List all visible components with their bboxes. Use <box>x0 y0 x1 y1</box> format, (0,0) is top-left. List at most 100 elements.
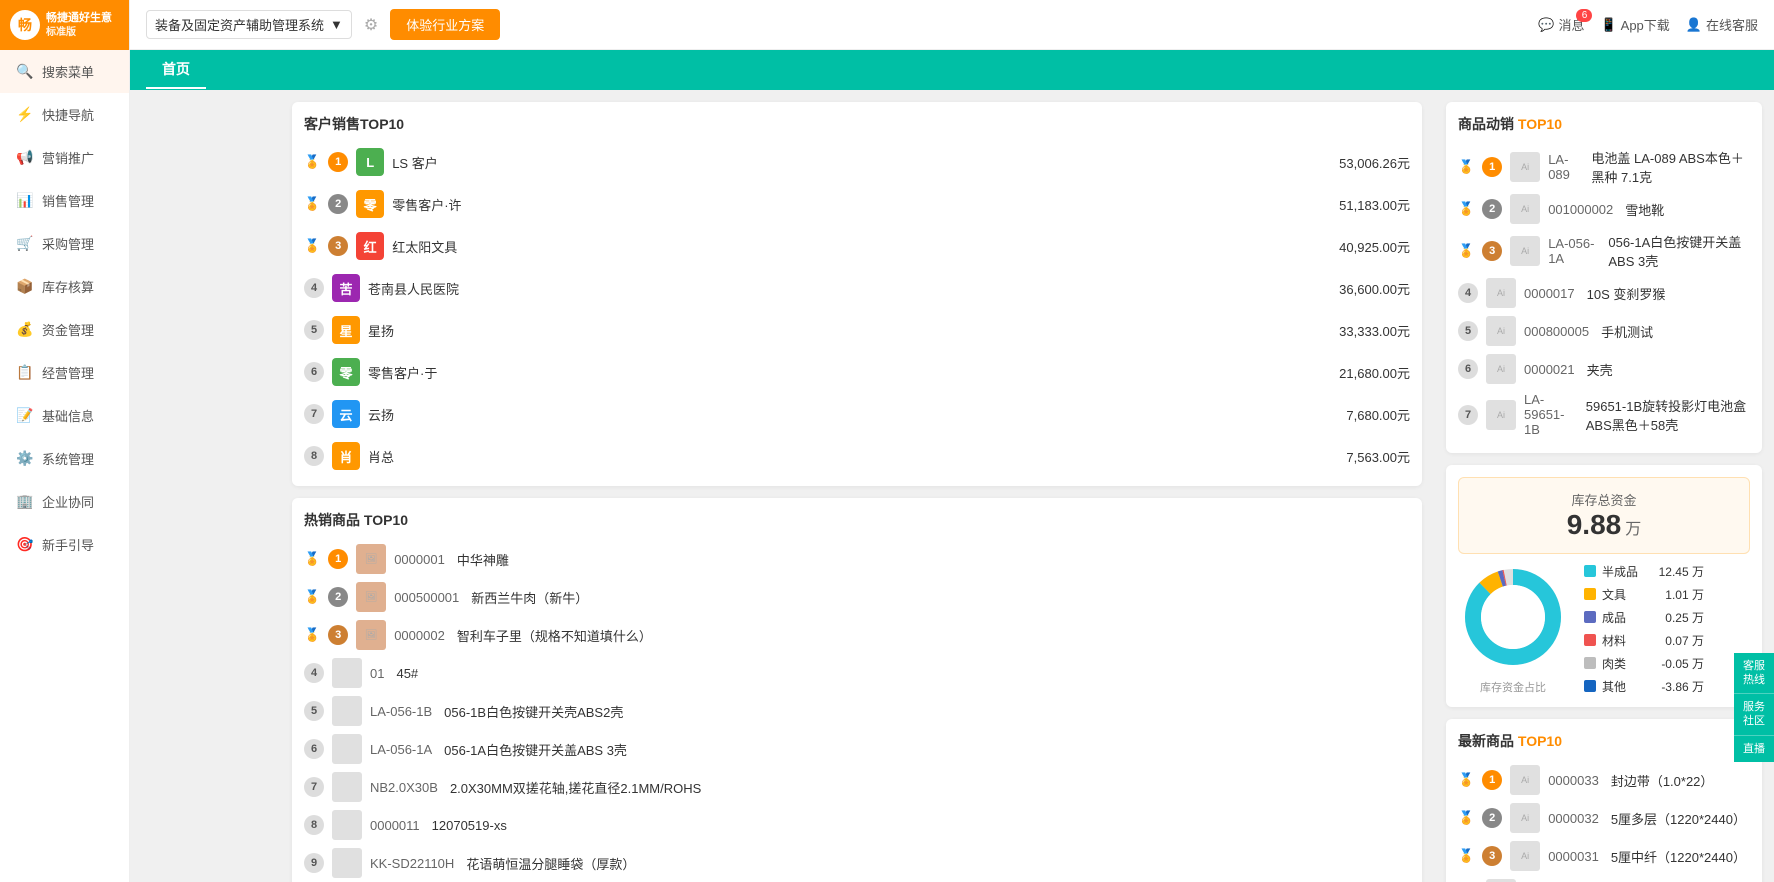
sidebar-item-finance[interactable]: 💰 资金管理 <box>0 308 129 351</box>
product-name: 45# <box>396 666 418 681</box>
customer-name: 星扬 <box>368 321 1331 340</box>
legend-item: 材料 0.07 万 <box>1584 632 1704 649</box>
legend-label: 文具 <box>1602 586 1659 603</box>
rank-number: 1 <box>328 549 348 569</box>
float-btn-community[interactable]: 服务社区 <box>1734 694 1774 736</box>
customer-ranking-list: 🏅 1 L LS 客户 53,006.26元 🏅 2 零 零售客户·许 51,1… <box>304 144 1410 474</box>
trial-button[interactable]: 体验行业方案 <box>390 9 500 40</box>
rank-number: 1 <box>1482 157 1502 177</box>
sidebar-item-operation[interactable]: 📋 经营管理 <box>0 351 129 394</box>
legend-item: 半成品 12.45 万 <box>1584 563 1704 580</box>
sales-icon: 📊 <box>16 192 34 209</box>
system-selector[interactable]: 装备及固定资产辅助管理系统 ▼ <box>146 10 352 39</box>
legend-value: -3.86 万 <box>1661 678 1704 695</box>
hot-product-item: 5 LA-056-1B 056-1B白色按键开关壳ABS2壳 <box>304 692 1410 730</box>
settings-icon[interactable]: ⚙ <box>364 15 378 35</box>
sidebar-item-enterprise[interactable]: 🏢 企业协同 <box>0 480 129 523</box>
online-service-btn[interactable]: 👤 在线客服 <box>1686 15 1758 34</box>
logo-text: 畅捷通好生意 标准版 <box>46 11 112 38</box>
new-products-card: 最新商品 TOP10 🏅 1 Ai 0000033 封边带（1.0*22） 🏅 … <box>1446 719 1762 882</box>
customer-list-item: 🏅 3 红 红太阳文具 40,925.00元 <box>304 228 1410 264</box>
quicknav-icon: ⚡ <box>16 106 34 123</box>
hot-products-list: 🏅 1 🖼 0000001 中华神雕 🏅 2 🖼 000500001 新西兰牛肉… <box>304 540 1410 882</box>
flow-product-item: 6 Ai 0000021 夹壳 <box>1458 350 1750 388</box>
sidebar-item-marketing[interactable]: 📢 营销推广 <box>0 136 129 179</box>
float-btn-service[interactable]: 客服热线 <box>1734 653 1774 695</box>
message-btn[interactable]: 💬 消息 6 <box>1538 15 1584 34</box>
sidebar-item-search[interactable]: 🔍 搜索菜单 <box>0 50 129 93</box>
product-name: 花语萌恒温分腿睡袋（厚款） <box>466 854 635 873</box>
new-product-item: 🏅 2 Ai 0000032 5厘多层（1220*2440） <box>1458 799 1750 837</box>
avatar: 云 <box>332 400 360 428</box>
nav-bar: 首页 <box>130 50 1774 90</box>
customer-amount: 51,183.00元 <box>1339 195 1410 214</box>
legend-color-swatch <box>1584 611 1596 623</box>
customer-amount: 21,680.00元 <box>1339 363 1410 382</box>
product-image <box>332 734 362 764</box>
product-code: KK-SD22110H <box>370 856 454 871</box>
legend-label: 肉类 <box>1602 655 1655 672</box>
trophy-icon: 🏅 <box>1458 243 1474 259</box>
product-name: 056-1B白色按键开关壳ABS2壳 <box>444 702 623 721</box>
customer-name: LS 客户 <box>392 153 1331 172</box>
avatar: 肖 <box>332 442 360 470</box>
rank-number: 9 <box>304 853 324 873</box>
product-code: 000500001 <box>394 590 459 605</box>
inventory-card: 库存总资金 9.88 万 <box>1446 465 1762 707</box>
product-name: 12070519-xs <box>432 818 507 833</box>
product-name: 056-1A白色按键开关盖ABS 3壳 <box>1608 232 1750 270</box>
trophy-icon: 🏅 <box>1458 201 1474 217</box>
product-image: 🖼 <box>356 582 386 612</box>
tab-home[interactable]: 首页 <box>146 51 206 89</box>
customer-amount: 33,333.00元 <box>1339 321 1410 340</box>
new-products-title: 最新商品 TOP10 <box>1458 731 1750 751</box>
product-code: 001000002 <box>1548 202 1613 217</box>
product-name: 5厘中纤（1220*2440） <box>1611 847 1746 866</box>
flow-product-item: 4 Ai 0000017 10S 变刹罗猴 <box>1458 274 1750 312</box>
hot-product-item: 6 LA-056-1A 056-1A白色按键开关盖ABS 3壳 <box>304 730 1410 768</box>
trophy-icon: 🏅 <box>1458 772 1474 788</box>
legend-label: 半成品 <box>1602 563 1653 580</box>
rank-number: 7 <box>304 777 324 797</box>
product-image: Ai <box>1510 152 1540 182</box>
trophy-icon: 🏅 <box>304 238 320 254</box>
customer-list-item: 6 零 零售客户·于 21,680.00元 <box>304 354 1410 390</box>
sidebar-item-system[interactable]: ⚙️ 系统管理 <box>0 437 129 480</box>
rank-number: 2 <box>328 194 348 214</box>
product-image: Ai <box>1510 194 1540 224</box>
app-download-btn[interactable]: 📱 App下载 <box>1600 15 1669 34</box>
product-flow-list: 🏅 1 Ai LA-089 电池盖 LA-089 ABS本色＋黑种 7.1克 🏅… <box>1458 144 1750 441</box>
float-btn-live[interactable]: 直播 <box>1734 736 1774 762</box>
trophy-icon: 🏅 <box>304 551 320 567</box>
sidebar-item-sales[interactable]: 📊 销售管理 <box>0 179 129 222</box>
product-name: 2.0X30MM双搓花轴,搓花直径2.1MM/ROHS <box>450 778 701 797</box>
product-code: 0000011 <box>370 818 420 833</box>
marketing-icon: 📢 <box>16 149 34 166</box>
product-name: 新西兰牛肉（新牛） <box>471 588 588 607</box>
avatar: 星 <box>332 316 360 344</box>
sidebar-item-quicknav[interactable]: ⚡ 快捷导航 <box>0 93 129 136</box>
flow-product-item: 🏅 2 Ai 001000002 雪地靴 <box>1458 190 1750 228</box>
main-area: 装备及固定资产辅助管理系统 ▼ ⚙ 体验行业方案 💬 消息 6 📱 App下载 … <box>130 0 1774 882</box>
rank-number: 6 <box>304 739 324 759</box>
sidebar-item-guide[interactable]: 🎯 新手引导 <box>0 523 129 566</box>
hot-product-item: 🏅 2 🖼 000500001 新西兰牛肉（新牛） <box>304 578 1410 616</box>
float-buttons: 客服热线 服务社区 直播 <box>1734 653 1774 762</box>
rank-number: 3 <box>328 236 348 256</box>
guide-icon: 🎯 <box>16 536 34 553</box>
system-icon: ⚙️ <box>16 450 34 467</box>
service-icon: 👤 <box>1686 17 1702 33</box>
sidebar-item-purchase[interactable]: 🛒 采购管理 <box>0 222 129 265</box>
rank-number: 2 <box>1482 808 1502 828</box>
sidebar-item-basic[interactable]: 📝 基础信息 <box>0 394 129 437</box>
product-image: 🖼 <box>356 620 386 650</box>
product-image <box>332 658 362 688</box>
right-panel: 商品动销 TOP10 🏅 1 Ai LA-089 电池盖 LA-089 ABS本… <box>1434 90 1774 882</box>
avatar: 零 <box>332 358 360 386</box>
inventory-icon: 📦 <box>16 278 34 295</box>
customer-amount: 53,006.26元 <box>1339 153 1410 172</box>
product-code: 0000002 <box>394 628 445 643</box>
sidebar-item-inventory[interactable]: 📦 库存核算 <box>0 265 129 308</box>
rank-number: 3 <box>1482 241 1502 261</box>
product-code: 01 <box>370 666 384 681</box>
